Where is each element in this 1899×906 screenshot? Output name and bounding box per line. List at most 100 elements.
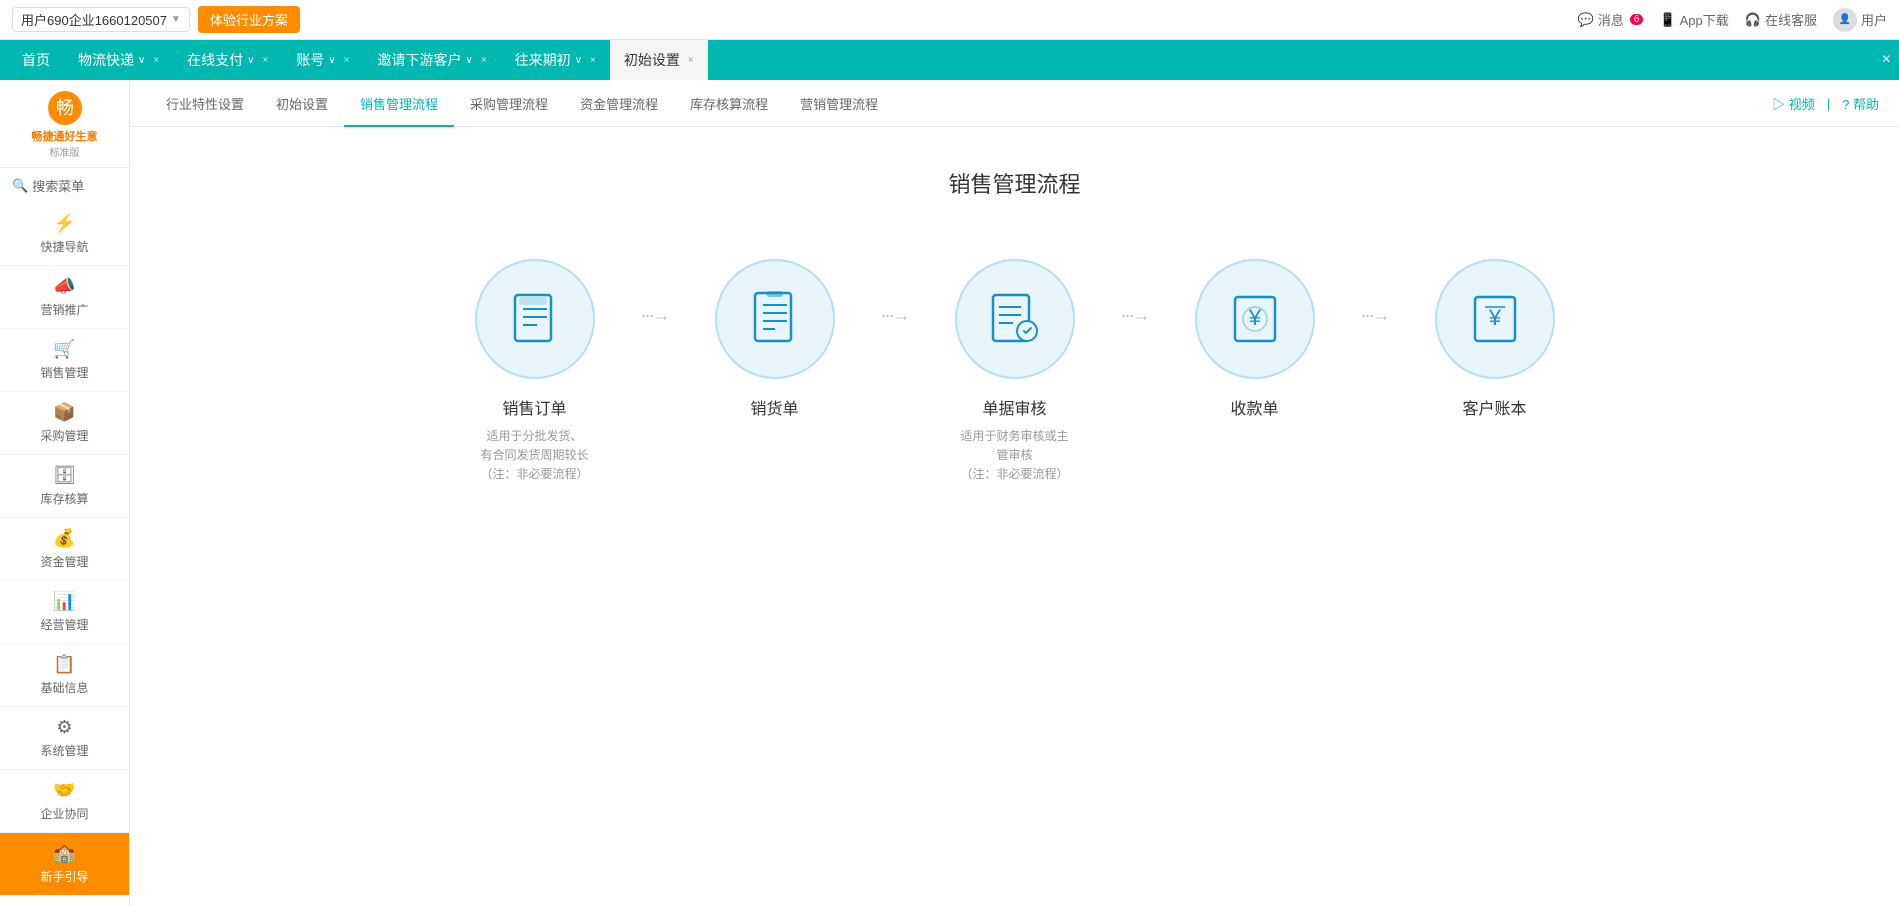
subtab-purchase-flow[interactable]: 采购管理流程: [454, 80, 564, 127]
step-icon-audit: [955, 259, 1075, 379]
step-desc-audit: 适用于财务审核或主管审核（注：非必要流程）: [960, 427, 1068, 485]
sidebar-item-operation[interactable]: 📊 经营管理: [0, 581, 129, 644]
tab-period-init[interactable]: 往来期初 ∨ ×: [501, 40, 610, 80]
subtab-label: 库存核算流程: [690, 97, 768, 112]
search-icon: 🔍: [12, 178, 28, 194]
arrow-icon: ···→: [881, 305, 909, 326]
sidebar-item-label: 资金管理: [40, 553, 88, 570]
dropdown-icon: ∨: [328, 55, 335, 66]
flow-arrow-4: ···→: [1345, 259, 1405, 326]
flow-step-invoice: 销货单: [685, 259, 865, 427]
tab-payment[interactable]: 在线支付 ∨ ×: [173, 40, 282, 80]
tab-invite-customers[interactable]: 邀请下游客户 ∨ ×: [364, 40, 501, 80]
close-all-tabs-button[interactable]: ×: [1882, 51, 1891, 69]
top-bar-right: 💬 消息 6 📱 App下载 🎧 在线客服 👤 用户: [1578, 8, 1887, 32]
beginner-icon: 🏫: [53, 843, 75, 864]
sidebar-item-appstore[interactable]: 🔔 应用中心: [0, 896, 129, 906]
subtab-sales-flow[interactable]: 销售管理流程: [344, 80, 454, 127]
subtab-finance-flow[interactable]: 资金管理流程: [564, 80, 674, 127]
sidebar-item-marketing[interactable]: 📣 营销推广: [0, 266, 129, 329]
step-name-invoice: 销货单: [750, 395, 798, 419]
close-icon[interactable]: ×: [688, 55, 694, 66]
subtab-industry[interactable]: 行业特性设置: [150, 80, 260, 127]
sidebar-item-label: 采购管理: [40, 427, 88, 444]
arrow-icon: ···→: [1121, 305, 1149, 326]
system-icon: ⚙: [56, 717, 72, 738]
help-icon: ?: [1842, 97, 1849, 112]
dropdown-icon: ∨: [247, 55, 254, 66]
flow-arrow-3: ···→: [1105, 259, 1165, 326]
close-icon[interactable]: ×: [590, 55, 596, 66]
sidebar-item-finance[interactable]: 💰 资金管理: [0, 518, 129, 581]
tab-home-label: 首页: [22, 50, 50, 70]
logo-icon: 畅: [47, 90, 83, 126]
message-item[interactable]: 💬 消息 6: [1578, 10, 1644, 29]
subtab-label: 行业特性设置: [166, 97, 244, 112]
main-layout: 畅 畅捷通好生意 标准版 🔍 搜索菜单 ⚡ 快捷导航 📣 营销推广 🛒 销售管理…: [0, 80, 1899, 906]
sidebar-item-enterprise[interactable]: 🤝 企业协同: [0, 770, 129, 833]
sidebar-item-system[interactable]: ⚙ 系统管理: [0, 707, 129, 770]
sidebar-item-label: 经营管理: [40, 616, 88, 633]
tab-account-label: 账号: [296, 50, 324, 70]
sidebar-item-label: 系统管理: [40, 742, 88, 759]
operation-icon: 📊: [53, 591, 75, 612]
sidebar-item-quick-nav[interactable]: ⚡ 快捷导航: [0, 203, 129, 266]
arrow-icon: ···→: [641, 305, 669, 326]
sales-icon: 🛒: [53, 339, 75, 360]
sidebar-item-label: 营销推广: [40, 301, 88, 318]
sidebar-item-label: 新手引导: [40, 868, 88, 885]
basic-icon: 📋: [53, 654, 75, 675]
dropdown-arrow-icon: ▼: [171, 14, 181, 25]
subtab-label: 营销管理流程: [800, 97, 878, 112]
flow-step-sales-order: 销售订单 适用于分批发货、有合同发货周期较长（注：非必要流程）: [445, 259, 625, 485]
download-icon: 📱: [1659, 12, 1675, 28]
search-menu-item[interactable]: 🔍 搜索菜单: [0, 168, 129, 203]
flow-arrow-2: ···→: [865, 259, 925, 326]
subtab-label: 资金管理流程: [580, 97, 658, 112]
subtab-marketing-flow[interactable]: 营销管理流程: [784, 80, 894, 127]
tab-logistics[interactable]: 物流快递 ∨ ×: [64, 40, 173, 80]
subtab-inventory-flow[interactable]: 库存核算流程: [674, 80, 784, 127]
sidebar-item-basic[interactable]: 📋 基础信息: [0, 644, 129, 707]
tab-initial-setup[interactable]: 初始设置 ×: [610, 40, 708, 80]
flow-steps: 销售订单 适用于分批发货、有合同发货周期较长（注：非必要流程） ···→: [150, 259, 1879, 485]
top-bar: 用户690企业1660120507 ▼ 体验行业方案 💬 消息 6 📱 App下…: [0, 0, 1899, 40]
sidebar-item-beginner[interactable]: 🏫 新手引导: [0, 833, 129, 896]
try-industry-button[interactable]: 体验行业方案: [198, 6, 300, 33]
close-icon[interactable]: ×: [344, 55, 350, 66]
step-name-audit: 单据审核: [982, 395, 1046, 419]
flow-title: 销售管理流程: [150, 167, 1879, 199]
tab-period-label: 往来期初: [515, 50, 571, 70]
subtab-initial[interactable]: 初始设置: [260, 80, 344, 127]
step-icon-sales-order: [475, 259, 595, 379]
flow-step-receipt: ¥ 收款单: [1165, 259, 1345, 427]
message-icon: 💬: [1578, 12, 1594, 28]
close-icon[interactable]: ×: [481, 55, 487, 66]
user-avatar-item[interactable]: 👤 用户: [1833, 8, 1887, 32]
tab-account[interactable]: 账号 ∨ ×: [282, 40, 363, 80]
video-link[interactable]: ▷ 视频: [1772, 94, 1815, 113]
dropdown-icon: ∨: [138, 55, 145, 66]
close-icon[interactable]: ×: [263, 55, 269, 66]
logo-sub: 标准版: [50, 144, 80, 159]
sidebar-item-sales[interactable]: 🛒 销售管理: [0, 329, 129, 392]
user-label: 用户690企业1660120507: [21, 10, 167, 29]
tab-home[interactable]: 首页: [8, 40, 64, 80]
user-selector[interactable]: 用户690企业1660120507 ▼: [12, 7, 190, 32]
sidebar-item-purchase[interactable]: 📦 采购管理: [0, 392, 129, 455]
sidebar-item-label: 库存核算: [40, 490, 88, 507]
sidebar-item-inventory[interactable]: 🗄 库存核算: [0, 455, 129, 518]
app-download-item[interactable]: 📱 App下载: [1659, 10, 1728, 29]
subtab-label: 销售管理流程: [360, 97, 438, 112]
finance-icon: 💰: [53, 528, 75, 549]
avatar: 👤: [1833, 8, 1857, 32]
svg-text:畅: 畅: [56, 98, 74, 118]
flow-step-customer-account: ¥ 客户账本: [1405, 259, 1585, 427]
help-link[interactable]: ? 帮助: [1842, 94, 1879, 113]
online-service-item[interactable]: 🎧 在线客服: [1745, 10, 1817, 29]
inventory-icon: 🗄: [53, 465, 76, 486]
online-service-label: 在线客服: [1765, 10, 1817, 29]
user-name-label: 用户: [1861, 10, 1887, 29]
nav-tabs: 首页 物流快递 ∨ × 在线支付 ∨ × 账号 ∨ × 邀请下游客户 ∨ × 往…: [0, 40, 1899, 80]
close-icon[interactable]: ×: [153, 55, 159, 66]
